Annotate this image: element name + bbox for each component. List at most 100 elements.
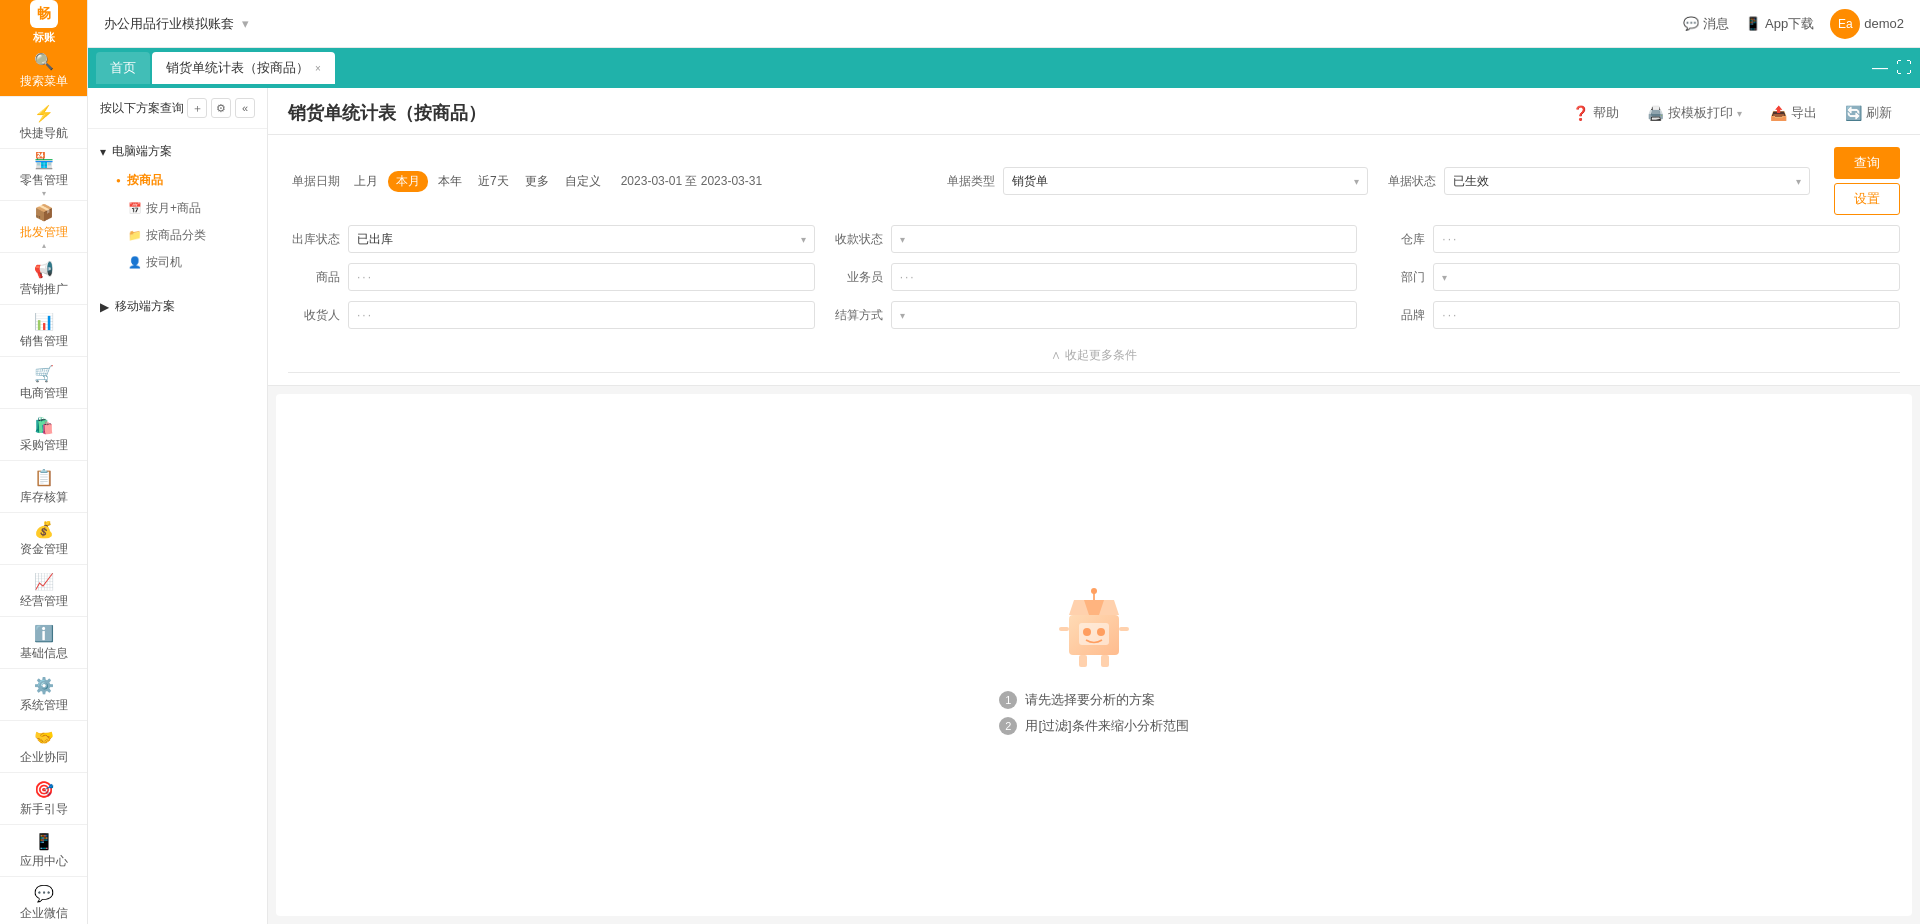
tab-report-label: 销货单统计表（按商品） xyxy=(166,59,309,77)
chevron-down-icon: ▾ xyxy=(900,234,905,245)
filter-desktop-group[interactable]: ▾ 电脑端方案 xyxy=(88,137,267,166)
payment-status-select[interactable]: ▾ xyxy=(891,225,1358,253)
date-tab-custom[interactable]: 自定义 xyxy=(559,171,607,192)
message-label: 消息 xyxy=(1703,15,1729,33)
sidebar-item-purchase[interactable]: 🛍️ 采购管理 xyxy=(0,409,87,461)
tab-fullscreen-icon[interactable]: ⛶ xyxy=(1896,59,1912,77)
filter-item-by-product[interactable]: ● 按商品 xyxy=(88,166,267,195)
sidebar-item-appcenter[interactable]: 📱 应用中心 xyxy=(0,825,87,877)
help-label: 帮助 xyxy=(1593,104,1619,122)
sidebar-item-basic[interactable]: ℹ️ 基础信息 xyxy=(0,617,87,669)
salesperson-input[interactable]: ··· xyxy=(891,263,1358,291)
brand-input[interactable]: ··· xyxy=(1433,301,1900,329)
sidebar-item-search[interactable]: 🔍 搜索菜单 xyxy=(0,45,87,97)
industry-dropdown-icon[interactable]: ▾ xyxy=(242,16,249,31)
tab-close-icon[interactable]: × xyxy=(315,63,321,74)
sidebar-item-wholesale[interactable]: 📦 批发管理 ▴ xyxy=(0,201,87,253)
search-icon: 🔍 xyxy=(34,52,54,71)
print-dropdown-icon[interactable]: ▾ xyxy=(1737,108,1742,119)
settlement-select[interactable]: ▾ xyxy=(891,301,1358,329)
dots-icon: ··· xyxy=(357,308,373,322)
doc-type-select[interactable]: 销货单 ▾ xyxy=(1003,167,1369,195)
export-button[interactable]: 📤 导出 xyxy=(1762,100,1825,126)
sidebar-item-system[interactable]: ⚙️ 系统管理 xyxy=(0,669,87,721)
filter-settings-button[interactable]: ⚙ xyxy=(211,98,231,118)
recipient-input[interactable]: ··· xyxy=(348,301,815,329)
export-label: 导出 xyxy=(1791,104,1817,122)
filter-subitem-by-product-category[interactable]: 📁 按商品分类 xyxy=(88,222,267,249)
date-tab-more[interactable]: 更多 xyxy=(519,171,555,192)
finance-icon: 💰 xyxy=(34,520,54,539)
doc-status-select[interactable]: 已生效 ▾ xyxy=(1444,167,1810,195)
doc-status-field: 单据状态 已生效 ▾ xyxy=(1384,167,1810,195)
sidebar-item-quick-nav[interactable]: ⚡ 快捷导航 xyxy=(0,97,87,149)
filter-subitem-by-scanner[interactable]: 👤 按司机 xyxy=(88,249,267,276)
sidebar-item-marketing[interactable]: 📢 营销推广 xyxy=(0,253,87,305)
department-select[interactable]: ▾ xyxy=(1433,263,1900,291)
sidebar-item-label: 资金管理 xyxy=(20,541,68,558)
out-status-value: 已出库 xyxy=(357,231,393,248)
chevron-down-icon: ▾ xyxy=(1796,176,1801,187)
date-tab-this-month[interactable]: 本月 xyxy=(388,171,428,192)
folder-icon: 📁 xyxy=(128,229,142,242)
empty-state: 1 请先选择要分析的方案 2 用[过滤]条件来缩小分析范围 xyxy=(276,394,1912,916)
query-button[interactable]: 查询 xyxy=(1834,147,1900,179)
sidebar-item-wechat[interactable]: 💬 企业微信 xyxy=(0,877,87,924)
filter-subitem-label: 按商品分类 xyxy=(146,227,206,244)
chevron-down-icon: ▾ xyxy=(900,310,905,321)
tab-report[interactable]: 销货单统计表（按商品） × xyxy=(152,52,335,84)
filter-collapse-button[interactable]: « xyxy=(235,98,255,118)
sidebar-item-sales[interactable]: 📊 销售管理 xyxy=(0,305,87,357)
form-row-4: 收货人 ··· 结算方式 ▾ 品牌 ··· xyxy=(288,301,1900,329)
product-input[interactable]: ··· xyxy=(348,263,815,291)
sidebar-item-label: 新手引导 xyxy=(20,801,68,818)
filter-desktop-section: ▾ 电脑端方案 ● 按商品 📅 按月+商品 📁 按商品分类 👤 按司机 xyxy=(88,129,267,284)
app-download-button[interactable]: 📱 App下载 xyxy=(1745,15,1814,33)
sidebar-item-operation[interactable]: 📈 经营管理 xyxy=(0,565,87,617)
tab-minimize-icon[interactable]: — xyxy=(1872,59,1888,77)
sidebar-item-newbie[interactable]: 🎯 新手引导 xyxy=(0,773,87,825)
help-button[interactable]: ❓ 帮助 xyxy=(1564,100,1627,126)
sales-icon: 📊 xyxy=(34,312,54,331)
system-icon: ⚙️ xyxy=(34,676,54,695)
inventory-icon: 📋 xyxy=(34,468,54,487)
recipient-label: 收货人 xyxy=(288,307,340,324)
warehouse-input[interactable]: ··· xyxy=(1433,225,1900,253)
calendar-icon: 📅 xyxy=(128,202,142,215)
avatar: Ea xyxy=(1830,9,1860,39)
sidebar-item-finance[interactable]: 💰 资金管理 xyxy=(0,513,87,565)
sidebar-item-ecommerce[interactable]: 🛒 电商管理 xyxy=(0,357,87,409)
filter-mobile-group[interactable]: ▶ 移动端方案 xyxy=(88,292,267,321)
svg-rect-8 xyxy=(1079,655,1087,667)
message-button[interactable]: 💬 消息 xyxy=(1683,15,1729,33)
date-tab-this-year[interactable]: 本年 xyxy=(432,171,468,192)
svg-rect-9 xyxy=(1101,655,1109,667)
collapse-label: ∧ 收起更多条件 xyxy=(1051,347,1136,364)
wholesale-icon: 📦 xyxy=(34,203,54,222)
date-tab-7days[interactable]: 近7天 xyxy=(472,171,515,192)
message-icon: 💬 xyxy=(1683,16,1699,31)
date-tab-last-month[interactable]: 上月 xyxy=(348,171,384,192)
sidebar-item-label: 搜索菜单 xyxy=(20,73,68,90)
settings-button[interactable]: 设置 xyxy=(1834,183,1900,215)
username: demo2 xyxy=(1864,16,1904,31)
sidebar-item-enterprise[interactable]: 🤝 企业协同 xyxy=(0,721,87,773)
print-button[interactable]: 🖨️ 按模板打印 ▾ xyxy=(1639,100,1750,126)
svg-point-3 xyxy=(1097,628,1105,636)
sidebar-item-inventory[interactable]: 📋 库存核算 xyxy=(0,461,87,513)
query-form: 单据日期 上月 本月 本年 近7天 更多 自定义 2023-03-01 至 20… xyxy=(268,135,1920,386)
filter-add-button[interactable]: ＋ xyxy=(187,98,207,118)
collapse-bar[interactable]: ∧ 收起更多条件 xyxy=(288,339,1900,373)
chevron-up-icon: ▴ xyxy=(42,241,46,250)
sidebar-item-retail[interactable]: 🏪 零售管理 ▾ xyxy=(0,149,87,201)
purchase-icon: 🛍️ xyxy=(34,416,54,435)
person-icon: 👤 xyxy=(128,256,142,269)
svg-rect-1 xyxy=(1079,623,1109,645)
user-profile[interactable]: Ea demo2 xyxy=(1830,9,1904,39)
filter-subitem-by-month-product[interactable]: 📅 按月+商品 xyxy=(88,195,267,222)
tab-home[interactable]: 首页 xyxy=(96,52,150,84)
top-header: 办公用品行业模拟账套 ▾ 💬 消息 📱 App下载 Ea demo2 xyxy=(88,0,1920,48)
sidebar-item-label: 企业协同 xyxy=(20,749,68,766)
refresh-button[interactable]: 🔄 刷新 xyxy=(1837,100,1900,126)
out-status-select[interactable]: 已出库 ▾ xyxy=(348,225,815,253)
